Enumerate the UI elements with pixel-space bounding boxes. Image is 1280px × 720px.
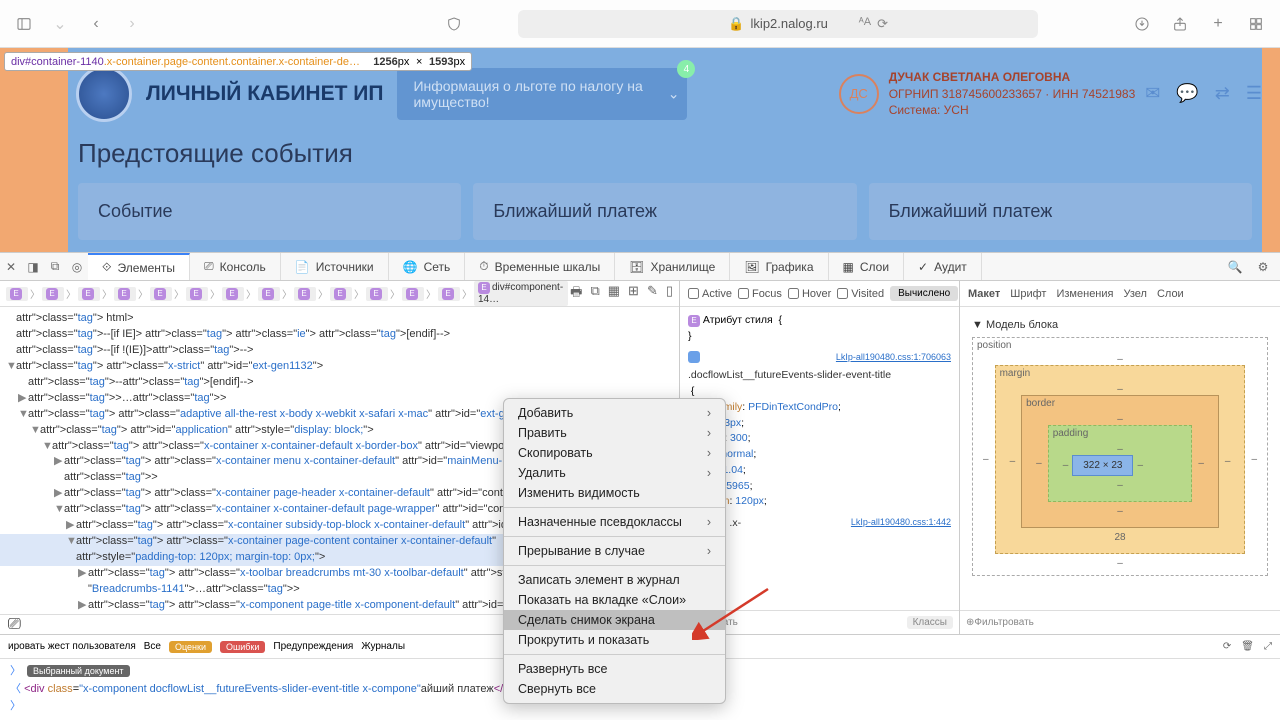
tab-console[interactable]: ⎚Консоль bbox=[190, 253, 281, 280]
chevron-down-icon[interactable]: ⌄ bbox=[48, 12, 72, 36]
context-menu-item[interactable]: Прокрутить и показать bbox=[504, 630, 725, 650]
context-menu-item[interactable]: Добавить› bbox=[504, 403, 725, 423]
filter-errors[interactable]: Ошибки bbox=[220, 641, 265, 653]
screen-icon[interactable]: ▦ bbox=[608, 283, 620, 305]
tab-audit[interactable]: ✓Аудит bbox=[904, 253, 982, 280]
search-icon[interactable]: 🔍 bbox=[1224, 256, 1246, 278]
console-toggle-icon[interactable]: ⎚ bbox=[8, 616, 21, 634]
dom-breadcrumb[interactable]: E〉 E〉 E〉 E〉 E〉 E〉 E〉 E〉 E〉 E〉 E〉 E〉 E〉 E… bbox=[0, 281, 679, 307]
tabs-grid-icon[interactable] bbox=[1244, 12, 1268, 36]
context-menu-item[interactable]: Скопировать› bbox=[504, 443, 725, 463]
dock-side-icon[interactable]: ◨ bbox=[22, 256, 44, 278]
share-icon[interactable] bbox=[1168, 12, 1192, 36]
context-menu-item[interactable]: Назначенные псевдоклассы› bbox=[504, 512, 725, 532]
grid-icon[interactable]: ⊞ bbox=[628, 283, 639, 305]
banner-badge: 4 bbox=[677, 60, 695, 78]
url-text: lkip2.nalog.ru bbox=[751, 16, 828, 31]
site-title: ЛИЧНЫЙ КАБИНЕТ ИП bbox=[146, 82, 383, 106]
context-menu-item[interactable]: Сделать снимок экрана bbox=[504, 610, 725, 630]
reader-icon[interactable]: ᴬA bbox=[859, 16, 871, 32]
pseudo-focus[interactable]: Focus bbox=[738, 288, 782, 300]
pseudo-hover[interactable]: Hover bbox=[788, 288, 831, 300]
page-viewport-highlight: ЛИЧНЫЙ КАБИНЕТ ИП 4 Информация о льготе … bbox=[0, 48, 1280, 252]
back-icon[interactable]: ‹ bbox=[84, 12, 108, 36]
clear-console-icon[interactable]: 🗑 bbox=[1241, 641, 1254, 652]
device-icon[interactable]: ▯ bbox=[666, 283, 673, 305]
menu-icon[interactable]: ☰ bbox=[1246, 83, 1262, 104]
shield-icon[interactable] bbox=[442, 12, 466, 36]
close-devtools-icon[interactable]: ✕ bbox=[0, 256, 22, 278]
user-meta: ДУЧАК СВЕТЛАНА ОЛЕГОВНА ОГРНИП 318745600… bbox=[889, 69, 1136, 119]
devtools-tabbar: ✕ ◨ ⧉ ◎ ⟐Элементы ⎚Консоль 📄Источники 🌐С… bbox=[0, 253, 1280, 281]
chat-icon[interactable]: 💬 bbox=[1176, 83, 1198, 104]
reload-console-icon[interactable]: ⟳ bbox=[1223, 641, 1231, 652]
download-icon[interactable] bbox=[1130, 12, 1154, 36]
print-icon[interactable]: 🖶 bbox=[570, 283, 582, 305]
chevron-down-icon: ⌄ bbox=[668, 86, 680, 103]
inspector-tooltip: div#container-1140.x-container.page-cont… bbox=[4, 52, 472, 71]
reload-icon[interactable]: ⟳ bbox=[877, 16, 888, 32]
context-menu-item[interactable]: Свернуть все bbox=[504, 679, 725, 699]
tab-elements[interactable]: ⟐Элементы bbox=[88, 253, 190, 280]
context-menu-item[interactable]: Развернуть все bbox=[504, 659, 725, 679]
event-card[interactable]: Событие bbox=[78, 183, 461, 240]
context-menu-item[interactable]: Изменить видимость bbox=[504, 483, 725, 503]
event-card[interactable]: Ближайший платеж bbox=[869, 183, 1252, 240]
emulate-gesture-label: ировать жест пользователя bbox=[8, 641, 136, 652]
forward-icon[interactable]: › bbox=[120, 12, 144, 36]
dock-pop-icon[interactable]: ⧉ bbox=[44, 256, 66, 278]
copy-icon[interactable]: ⧉ bbox=[590, 283, 599, 305]
lock-icon: 🔒 bbox=[728, 16, 744, 32]
context-menu-item[interactable]: Править› bbox=[504, 423, 725, 443]
target-icon[interactable]: ◎ bbox=[66, 256, 88, 278]
filter-ratings[interactable]: Оценки bbox=[169, 641, 212, 653]
new-tab-icon[interactable]: + bbox=[1206, 12, 1230, 36]
tab-network[interactable]: 🌐Сеть bbox=[389, 253, 466, 280]
sidebar-toggle-icon[interactable] bbox=[12, 12, 36, 36]
context-menu[interactable]: Добавить›Править›Скопировать›Удалить›Изм… bbox=[503, 398, 726, 704]
context-menu-item[interactable]: Удалить› bbox=[504, 463, 725, 483]
filter-logs[interactable]: Журналы bbox=[361, 641, 405, 652]
computed-tab[interactable]: Вычислено bbox=[890, 286, 958, 301]
events-heading: Предстоящие события bbox=[68, 130, 1262, 183]
user-avatar[interactable]: ДС bbox=[839, 74, 879, 114]
mail-icon[interactable]: ✉ bbox=[1145, 83, 1160, 104]
swap-icon[interactable]: ⇄ bbox=[1215, 83, 1230, 104]
event-card[interactable]: Ближайший платеж bbox=[473, 183, 856, 240]
right-tabs[interactable]: Макет Шрифт Изменения Узел Слои bbox=[960, 281, 1280, 307]
tab-graphics[interactable]: 🖼Графика bbox=[730, 253, 828, 280]
tab-sources[interactable]: 📄Источники bbox=[281, 253, 389, 280]
context-menu-item[interactable]: Записать элемент в журнал bbox=[504, 570, 725, 590]
info-banner[interactable]: 4 Информация о льготе по налогу на имуще… bbox=[397, 68, 687, 120]
browser-toolbar: ⌄ ‹ › 🔒 lkip2.nalog.ru ᴬA ⟳ + bbox=[0, 0, 1280, 48]
pseudo-active[interactable]: Active bbox=[688, 288, 732, 300]
box-model-diagram: ▼ Модель блока position – – margin – – b… bbox=[960, 307, 1280, 610]
tab-storage[interactable]: 🗄Хранилище bbox=[615, 253, 730, 280]
classes-button[interactable]: Классы bbox=[907, 616, 953, 629]
address-bar[interactable]: 🔒 lkip2.nalog.ru ᴬA ⟳ bbox=[518, 10, 1038, 38]
styles-pseudo-toggles: Active Focus Hover Visited Вычислено bbox=[680, 281, 959, 307]
gear-icon[interactable]: ⚙ bbox=[1252, 256, 1274, 278]
context-menu-item[interactable]: Показать на вкладке «Слои» bbox=[504, 590, 725, 610]
filter-all[interactable]: Все bbox=[144, 641, 161, 652]
pseudo-visited[interactable]: Visited bbox=[837, 288, 884, 300]
filter-warnings[interactable]: Предупреждения bbox=[273, 641, 353, 652]
context-menu-item[interactable]: Прерывание в случае› bbox=[504, 541, 725, 561]
expand-console-icon[interactable]: ⤢ bbox=[1264, 641, 1272, 652]
tab-layers[interactable]: ▦Слои bbox=[829, 253, 905, 280]
site-logo bbox=[76, 66, 132, 122]
edit-icon[interactable]: ✎ bbox=[647, 283, 658, 305]
tab-timelines[interactable]: ⏱Временные шкалы bbox=[465, 253, 615, 280]
